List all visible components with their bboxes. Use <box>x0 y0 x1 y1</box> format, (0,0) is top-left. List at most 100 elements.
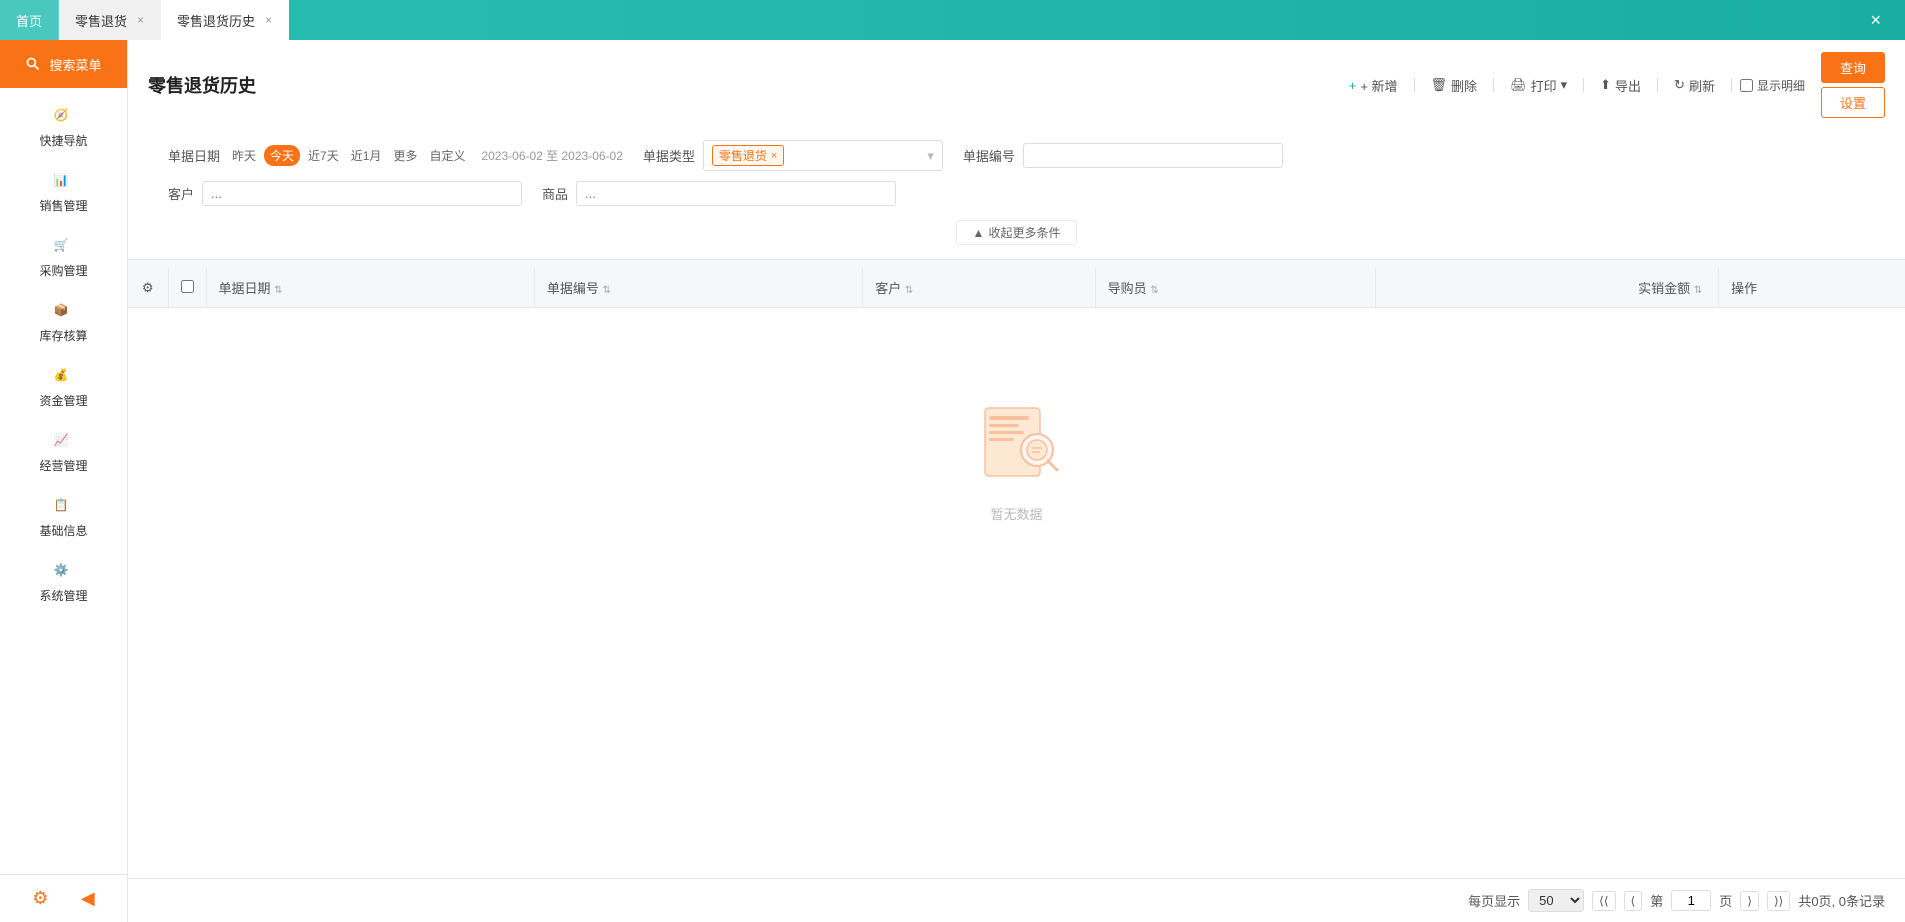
page-header: 零售退货历史 + + 新增 🗑 删除 🖨 打印 ▾ <box>128 40 1905 260</box>
th-number-label: 单据编号 <box>547 281 599 296</box>
th-settings[interactable]: ⚙ <box>128 268 168 308</box>
retail-return-history-tab-label: 零售退货历史 <box>177 11 255 30</box>
bill-type-label: 单据类型 <box>643 146 695 165</box>
search-icon <box>25 56 41 72</box>
bill-number-label: 单据编号 <box>963 146 1015 165</box>
delete-button[interactable]: 🗑 删除 <box>1423 72 1486 99</box>
goods-input[interactable] <box>576 181 896 206</box>
sidebar-menu: 🧭 快捷导航 📊 销售管理 🛒 采购管理 📦 库存核算 💰 资金管理 📈 <box>0 88 127 874</box>
new-icon: + <box>1349 78 1357 93</box>
collapse-label: 收起更多条件 <box>988 224 1060 241</box>
customer-input[interactable] <box>202 181 522 206</box>
page-number-input[interactable] <box>1671 890 1711 911</box>
th-date[interactable]: 单据日期 ⇅ <box>206 268 534 308</box>
bill-type-tag: 零售退货 × <box>712 145 784 166</box>
sidebar-item-label: 库存核算 <box>39 327 87 344</box>
settings-bottom-icon[interactable]: ⚙ <box>32 888 48 909</box>
first-page-button[interactable]: ⟨⟨ <box>1592 891 1615 911</box>
th-check[interactable] <box>168 268 206 308</box>
print-icon: 🖨 <box>1510 77 1527 93</box>
date-btn-more[interactable]: 更多 <box>389 145 421 166</box>
sidebar: 搜索菜单 🧭 快捷导航 📊 销售管理 🛒 采购管理 📦 库存核算 💰 资金管理 <box>0 40 128 922</box>
close-retail-return-tab[interactable]: × <box>137 13 144 27</box>
date-filter-group: 单据日期 昨天 今天 近7天 近1月 更多 自定义 2023-06-02 至 2… <box>168 145 623 166</box>
refresh-button[interactable]: ↻ 刷新 <box>1666 72 1723 99</box>
sidebar-search[interactable]: 搜索菜单 <box>0 40 127 88</box>
customer-filter-label: 客户 <box>168 184 194 203</box>
select-all-checkbox[interactable] <box>181 280 194 293</box>
date-btn-7days[interactable]: 近7天 <box>304 145 343 166</box>
home-tab-label: 首页 <box>16 11 42 30</box>
page-size-select[interactable]: 50 10 20 100 <box>1528 889 1584 912</box>
bill-type-tag-close[interactable]: × <box>771 150 777 162</box>
next-page-button[interactable]: ⟩ <box>1740 891 1759 911</box>
tab-retail-return-history[interactable]: 零售退货历史 × <box>161 0 289 40</box>
date-btn-custom[interactable]: 自定义 <box>425 145 469 166</box>
prev-page-button[interactable]: ⟨ <box>1624 891 1643 911</box>
tab-list: 首页 零售退货 × 零售退货历史 × <box>0 0 1862 40</box>
sidebar-item-finance[interactable]: 💰 资金管理 <box>0 356 127 421</box>
retail-return-tab-label: 零售退货 <box>75 11 127 30</box>
date-btn-today[interactable]: 今天 <box>264 145 300 166</box>
sidebar-item-label: 销售管理 <box>39 197 87 214</box>
goods-filter-label: 商品 <box>542 184 568 203</box>
sidebar-item-basic-info[interactable]: 📋 基础信息 <box>0 486 127 551</box>
sidebar-item-purchase-mgmt[interactable]: 🛒 采购管理 <box>0 226 127 291</box>
delete-icon: 🗑 <box>1431 77 1448 93</box>
th-number[interactable]: 单据编号 ⇅ <box>534 268 862 308</box>
sidebar-item-operation[interactable]: 📈 经营管理 <box>0 421 127 486</box>
th-customer[interactable]: 客户 ⇅ <box>863 268 1095 308</box>
sidebar-item-label: 基础信息 <box>39 522 87 539</box>
filter-row-1: 单据日期 昨天 今天 近7天 近1月 更多 自定义 2023-06-02 至 2… <box>168 140 1865 171</box>
refresh-label: 刷新 <box>1689 76 1715 95</box>
print-chevron: ▾ <box>1561 77 1568 93</box>
show-detail-checkbox-label[interactable]: 显示明细 <box>1740 77 1805 94</box>
th-amount-label: 实销金额 <box>1638 281 1690 296</box>
date-btn-1month[interactable]: 近1月 <box>347 145 386 166</box>
show-detail-label-text: 显示明细 <box>1757 77 1805 94</box>
total-label: 共0页, 0条记录 <box>1798 891 1885 910</box>
page-size-label: 每页显示 <box>1468 891 1520 910</box>
system-mgmt-icon: ⚙️ <box>54 563 74 583</box>
th-operation-label: 操作 <box>1731 281 1757 296</box>
page-label: 第 <box>1650 891 1663 910</box>
export-button[interactable]: ⬆ 导出 <box>1592 72 1649 99</box>
top-bar-right: × <box>1862 0 1905 40</box>
th-guide[interactable]: 导购员 ⇅ <box>1095 268 1375 308</box>
collapse-row: ▲ 收起更多条件 <box>168 216 1865 249</box>
customer-filter-group: 客户 <box>168 181 522 206</box>
tab-home[interactable]: 首页 <box>0 0 59 40</box>
bill-number-input[interactable] <box>1023 143 1283 168</box>
show-detail-checkbox[interactable] <box>1740 79 1753 92</box>
export-label: 导出 <box>1615 76 1641 95</box>
collapse-sidebar-icon[interactable]: ◀ <box>81 888 95 909</box>
date-buttons: 昨天 今天 近7天 近1月 更多 自定义 <box>228 145 469 166</box>
print-button[interactable]: 🖨 打印 ▾ <box>1502 72 1575 99</box>
sidebar-item-system-mgmt[interactable]: ⚙️ 系统管理 <box>0 551 127 616</box>
sidebar-item-inventory[interactable]: 📦 库存核算 <box>0 291 127 356</box>
number-sort-icon: ⇅ <box>602 285 610 296</box>
finance-icon: 💰 <box>54 368 74 388</box>
date-btn-yesterday[interactable]: 昨天 <box>228 145 260 166</box>
window-close-button[interactable]: × <box>1862 10 1889 31</box>
last-page-button[interactable]: ⟩⟩ <box>1767 891 1790 911</box>
export-icon: ⬆ <box>1600 77 1611 93</box>
divider3 <box>1583 78 1584 92</box>
new-button[interactable]: + + 新增 <box>1341 72 1406 99</box>
content-area: 零售退货历史 + + 新增 🗑 删除 🖨 打印 ▾ <box>128 40 1905 922</box>
th-guide-label: 导购员 <box>1108 281 1147 296</box>
sidebar-item-quick-nav[interactable]: 🧭 快捷导航 <box>0 96 127 161</box>
sidebar-item-label: 系统管理 <box>39 587 87 604</box>
bill-type-select[interactable]: 零售退货 × ▾ <box>703 140 943 171</box>
th-amount[interactable]: 实销金额 ⇅ <box>1376 268 1719 308</box>
bill-type-dropdown-icon: ▾ <box>927 148 934 164</box>
close-retail-return-history-tab[interactable]: × <box>265 13 272 27</box>
amount-sort-icon: ⇅ <box>1694 285 1702 296</box>
divider <box>1414 78 1415 92</box>
query-button[interactable]: 查询 <box>1821 52 1885 83</box>
settings-button[interactable]: 设置 <box>1821 87 1885 118</box>
collapse-button[interactable]: ▲ 收起更多条件 <box>956 220 1078 245</box>
tab-retail-return[interactable]: 零售退货 × <box>59 0 161 40</box>
filter-row-2: 客户 商品 <box>168 181 1865 206</box>
sidebar-item-sales-mgmt[interactable]: 📊 销售管理 <box>0 161 127 226</box>
